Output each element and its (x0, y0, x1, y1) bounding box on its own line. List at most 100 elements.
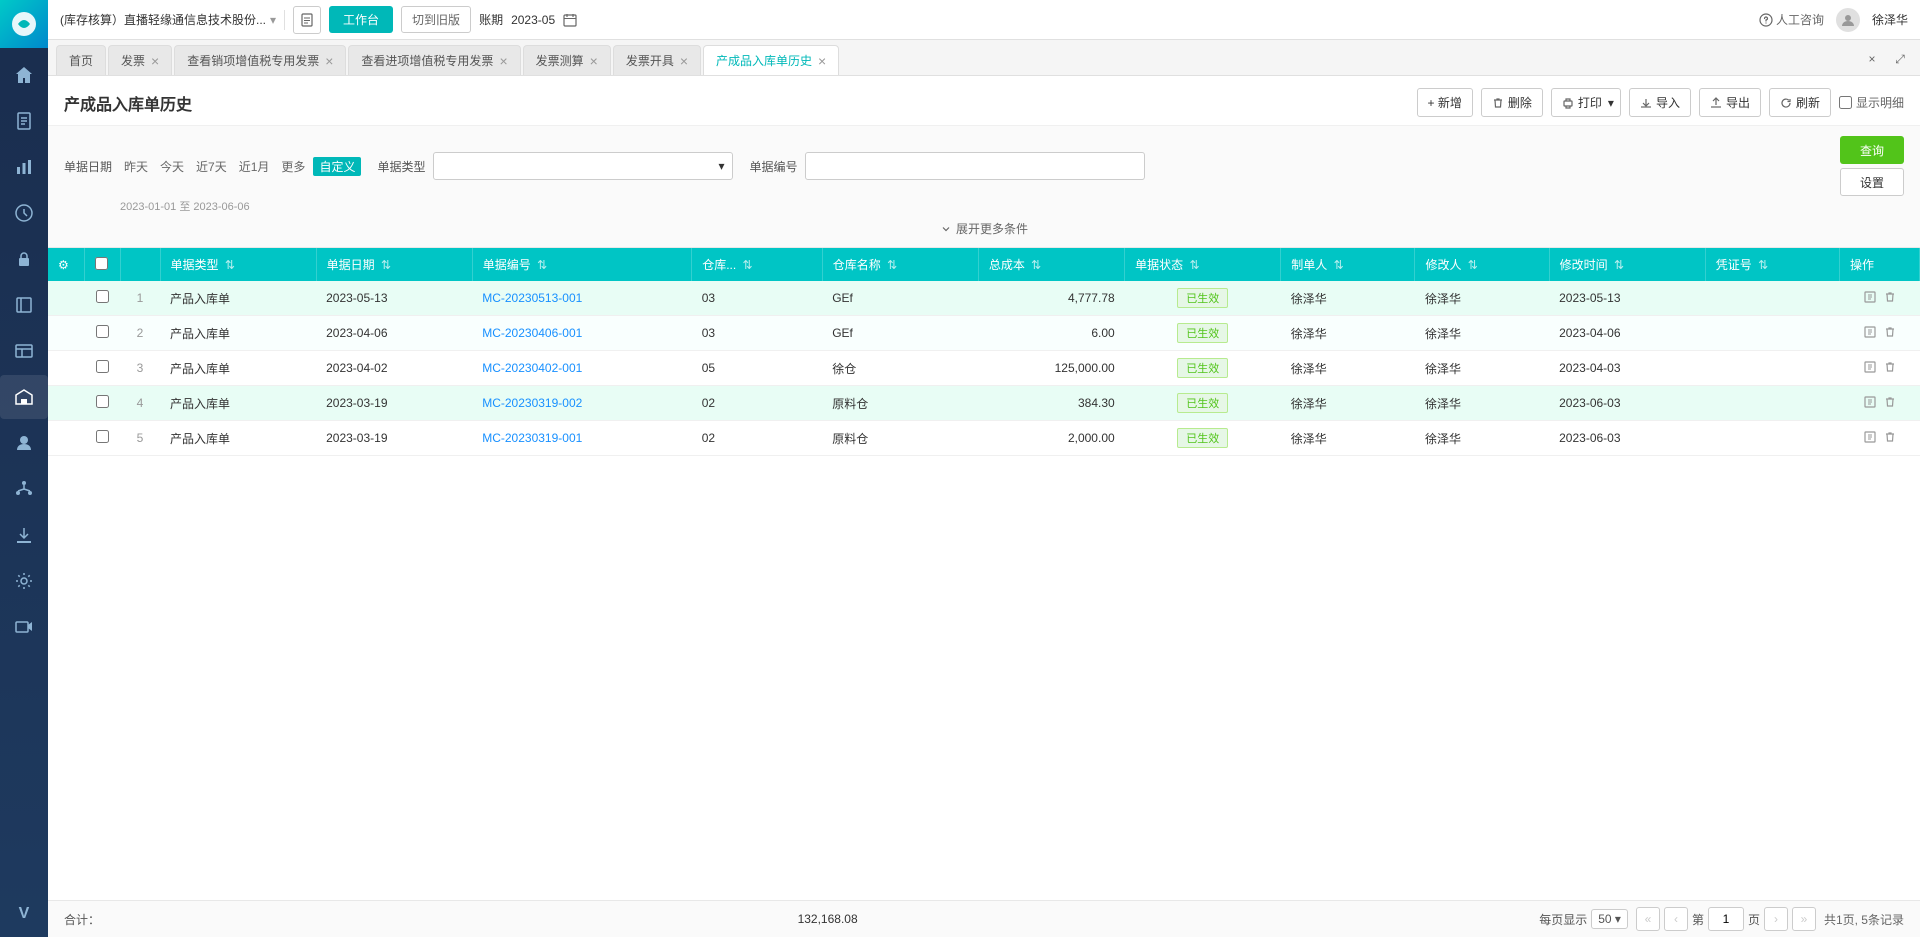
row-checkbox[interactable] (96, 290, 109, 303)
calendar-icon[interactable] (563, 13, 577, 27)
next-page-button[interactable]: › (1764, 907, 1788, 931)
page-number-input[interactable] (1708, 907, 1744, 931)
tab-invoice-calc[interactable]: 发票测算 × (523, 45, 611, 75)
sidebar-item-lock[interactable] (0, 237, 48, 281)
sidebar-item-document[interactable] (0, 99, 48, 143)
row-checkbox-cell[interactable] (84, 351, 120, 386)
row-checkbox[interactable] (96, 360, 109, 373)
expand-filter-button[interactable]: 展开更多条件 (64, 220, 1904, 237)
tab-invoice-open-close[interactable]: × (680, 54, 688, 68)
tab-product-inbound-close[interactable]: × (818, 54, 826, 68)
row-number[interactable]: MC-20230513-001 (472, 281, 691, 316)
prev-page-button[interactable]: ‹ (1664, 907, 1688, 931)
row-edit-icon[interactable] (1863, 430, 1877, 447)
sidebar-item-network[interactable] (0, 467, 48, 511)
refresh-button[interactable]: 刷新 (1769, 88, 1831, 117)
import-button[interactable]: 导入 (1629, 88, 1691, 117)
th-creator[interactable]: 制单人 ⇅ (1281, 248, 1415, 281)
set-button[interactable]: 设置 (1840, 168, 1904, 196)
last7-link[interactable]: 近7天 (192, 157, 231, 176)
document-icon[interactable] (293, 6, 321, 34)
new-button[interactable]: + 新增 (1417, 88, 1473, 117)
row-delete-icon[interactable] (1883, 325, 1897, 342)
workbench-button[interactable]: 工作台 (329, 6, 393, 33)
tab-invoice[interactable]: 发票 × (108, 45, 172, 75)
show-detail-toggle[interactable]: 显示明细 (1839, 94, 1904, 111)
app-logo[interactable] (0, 0, 48, 48)
tab-sales-vat[interactable]: 查看销项增值税专用发票 × (174, 45, 346, 75)
row-checkbox[interactable] (96, 395, 109, 408)
type-select[interactable]: ▾ (433, 152, 733, 180)
tab-expand-button[interactable]: ⤢ (1888, 47, 1912, 71)
row-checkbox-cell[interactable] (84, 281, 120, 316)
row-delete-icon[interactable] (1883, 395, 1897, 412)
row-delete-icon[interactable] (1883, 430, 1897, 447)
tab-home[interactable]: 首页 (56, 45, 106, 75)
last1m-link[interactable]: 近1月 (235, 157, 274, 176)
th-voucher[interactable]: 凭证号 ⇅ (1705, 248, 1839, 281)
row-checkbox[interactable] (96, 325, 109, 338)
number-input[interactable] (805, 152, 1145, 180)
row-checkbox[interactable] (96, 430, 109, 443)
sidebar-item-home[interactable] (0, 53, 48, 97)
row-edit-icon[interactable] (1863, 360, 1877, 377)
first-page-button[interactable]: « (1636, 907, 1660, 931)
username-label[interactable]: 徐泽华 (1872, 11, 1908, 28)
tab-invoice-calc-close[interactable]: × (590, 54, 598, 68)
row-delete-icon[interactable] (1883, 360, 1897, 377)
th-type[interactable]: 单据类型 ⇅ (160, 248, 316, 281)
sidebar-item-table[interactable] (0, 329, 48, 373)
th-warehouse-name[interactable]: 仓库名称 ⇅ (822, 248, 978, 281)
custom-tag[interactable]: 自定义 (313, 157, 361, 176)
tab-purchase-vat-close[interactable]: × (499, 54, 507, 68)
sidebar-item-video[interactable] (0, 605, 48, 649)
sidebar-item-settings[interactable] (0, 559, 48, 603)
th-modify-time[interactable]: 修改时间 ⇅ (1549, 248, 1705, 281)
row-checkbox-cell[interactable] (84, 316, 120, 351)
more-link[interactable]: 更多 (277, 157, 309, 176)
yesterday-link[interactable]: 昨天 (120, 157, 152, 176)
th-date[interactable]: 单据日期 ⇅ (316, 248, 472, 281)
select-all-checkbox[interactable] (95, 257, 108, 270)
row-checkbox-cell[interactable] (84, 421, 120, 456)
th-warehouse-code[interactable]: 仓库... ⇅ (692, 248, 823, 281)
print-button[interactable]: 打印 ▾ (1551, 88, 1621, 117)
sidebar-item-book[interactable] (0, 283, 48, 327)
show-detail-checkbox[interactable] (1839, 96, 1852, 109)
period-switch-button[interactable]: 切到旧版 (401, 6, 471, 33)
query-button[interactable]: 查询 (1840, 136, 1904, 164)
tab-sales-vat-close[interactable]: × (325, 54, 333, 68)
page-size-box[interactable]: 50 ▾ (1591, 909, 1628, 929)
th-total-cost[interactable]: 总成本 ⇅ (978, 248, 1124, 281)
today-link[interactable]: 今天 (156, 157, 188, 176)
export-button[interactable]: 导出 (1699, 88, 1761, 117)
sidebar-item-warehouse[interactable] (0, 375, 48, 419)
sidebar-item-person[interactable] (0, 421, 48, 465)
tab-invoice-open[interactable]: 发票开具 × (613, 45, 701, 75)
row-number[interactable]: MC-20230402-001 (472, 351, 691, 386)
sidebar-item-balance[interactable] (0, 191, 48, 235)
sidebar-item-chart[interactable] (0, 145, 48, 189)
th-checkbox[interactable] (84, 248, 120, 281)
row-edit-icon[interactable] (1863, 290, 1877, 307)
th-status[interactable]: 单据状态 ⇅ (1125, 248, 1281, 281)
tab-invoice-close[interactable]: × (151, 54, 159, 68)
company-selector[interactable]: (库存核算）直播轻缘通信息技术股份... ▾ (60, 11, 276, 28)
row-edit-icon[interactable] (1863, 325, 1877, 342)
sidebar-item-v[interactable]: V (0, 892, 48, 936)
tab-close-all-button[interactable]: × (1860, 47, 1884, 71)
row-number[interactable]: MC-20230319-002 (472, 386, 691, 421)
delete-button[interactable]: 删除 (1481, 88, 1543, 117)
th-modifier[interactable]: 修改人 ⇅ (1415, 248, 1549, 281)
sidebar-item-download[interactable] (0, 513, 48, 557)
row-checkbox-cell[interactable] (84, 386, 120, 421)
help-button[interactable]: 人工咨询 (1759, 11, 1824, 28)
th-number[interactable]: 单据编号 ⇅ (472, 248, 691, 281)
last-page-button[interactable]: » (1792, 907, 1816, 931)
row-edit-icon[interactable] (1863, 395, 1877, 412)
tab-product-inbound[interactable]: 产成品入库单历史 × (703, 45, 839, 75)
row-number[interactable]: MC-20230319-001 (472, 421, 691, 456)
tab-purchase-vat[interactable]: 查看进项增值税专用发票 × (348, 45, 520, 75)
th-settings[interactable]: ⚙ (48, 248, 84, 281)
row-number[interactable]: MC-20230406-001 (472, 316, 691, 351)
